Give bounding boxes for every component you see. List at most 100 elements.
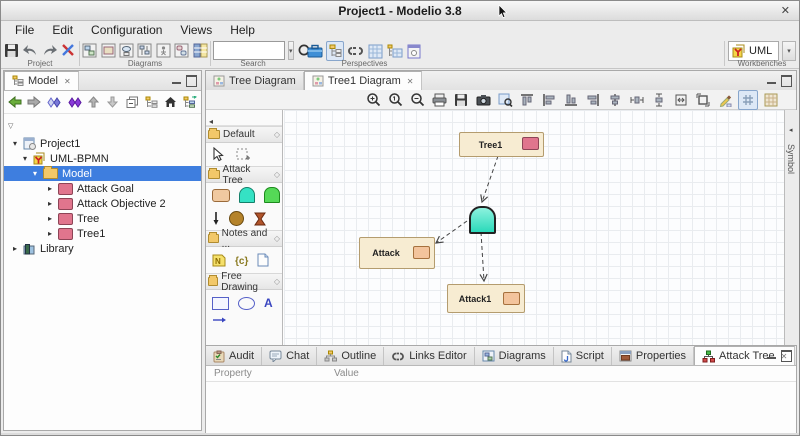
activity-diagram-button[interactable] [156,41,171,59]
align-center-icon[interactable] [606,91,624,109]
home-icon[interactable] [164,93,178,111]
collapse-all-icon[interactable] [125,93,139,111]
minimize-panel-button[interactable] [172,75,181,84]
close-tab-icon[interactable]: ✕ [64,77,71,86]
close-tab-icon[interactable]: ✕ [407,77,414,86]
zoom-selection-icon[interactable] [496,91,514,109]
connector-tool-icon[interactable] [212,211,220,226]
note-tool-icon[interactable]: N [212,254,226,267]
distribute-horizontal-icon[interactable] [628,91,646,109]
palette-section-free-drawing[interactable]: Free Drawing ◇ [206,271,282,293]
marquee-tool-icon[interactable] [235,147,250,162]
auto-fit-icon[interactable] [694,91,712,109]
expand-symbol-icon[interactable]: ◂ [789,126,793,134]
next-selection-icon[interactable] [67,93,82,111]
tree-row-tree1[interactable]: ▸ Tree1 [4,226,201,241]
palette-section-attack-tree[interactable]: Attack Tree ◇ [206,164,282,186]
minimize-panel-button[interactable] [767,75,776,84]
redo-button[interactable] [42,41,58,59]
package-diagram-button[interactable] [100,41,116,59]
tools-button[interactable] [61,41,77,59]
move-down-icon[interactable] [106,93,120,111]
menu-help[interactable]: Help [222,22,263,38]
pin-icon[interactable]: ◇ [274,277,280,286]
menu-edit[interactable]: Edit [44,22,81,38]
editor-tab-tree1-diagram[interactable]: Tree1 Diagram ✕ [303,71,422,90]
page-layout-icon[interactable] [762,91,780,109]
same-size-icon[interactable] [672,91,690,109]
link-with-editor-icon[interactable] [144,93,158,111]
state-diagram-button[interactable] [174,41,189,59]
minimize-panel-button[interactable] [767,350,776,359]
or-gate-tool-icon[interactable] [264,187,280,203]
column-property[interactable]: Property [206,368,334,379]
tree-row-attack-goal[interactable]: ▸ Attack Goal [4,181,201,196]
align-top-icon[interactable] [518,91,536,109]
tree-row-model[interactable]: ▾ Model [4,166,201,181]
tab-diagrams[interactable]: Diagrams [474,347,554,365]
tab-outline[interactable]: Outline [317,347,385,365]
bpmn-diagram-button[interactable] [193,41,208,59]
operator-tool-icon[interactable] [229,211,244,226]
collapse-palette-icon[interactable]: ◂ [209,117,213,126]
property-table-body[interactable] [206,382,796,434]
zoom-100-icon[interactable] [386,91,404,109]
menu-file[interactable]: File [7,22,42,38]
tree-row-uml-bpmn[interactable]: ▾ UML-BPMN [4,151,201,166]
hourglass-tool-icon[interactable] [253,212,267,226]
and-gate-tool-icon[interactable] [239,187,255,203]
configure-content-icon[interactable] [183,93,197,111]
search-dropdown-button[interactable]: ▾ [288,41,294,60]
print-icon[interactable] [430,91,448,109]
zoom-out-icon[interactable] [408,91,426,109]
palette-section-default[interactable]: Default ◇ [206,126,282,143]
tab-links-editor[interactable]: Links Editor [384,347,475,365]
model-panel-tab[interactable]: Model ✕ [4,71,79,90]
distribute-vertical-icon[interactable] [650,91,668,109]
sequence-diagram-button[interactable] [137,41,152,59]
attack-node-tool-icon[interactable] [212,188,230,202]
tab-script[interactable]: Script [553,347,612,365]
editor-tab-tree-diagram[interactable]: Tree Diagram [206,72,304,90]
camera-icon[interactable] [474,91,492,109]
tree-row-library[interactable]: ▸ Library [4,241,201,256]
move-up-icon[interactable] [87,93,101,111]
align-left-icon[interactable] [540,91,558,109]
line-tool-icon[interactable] [212,316,228,324]
link-perspective-icon[interactable] [347,42,364,60]
settings-perspective-icon[interactable] [406,42,422,60]
tab-properties[interactable]: Properties [611,347,695,365]
diagram-node-attack[interactable]: Attack [359,237,435,269]
save-image-icon[interactable] [452,91,470,109]
pin-icon[interactable]: ◇ [274,170,280,179]
model-perspective-icon[interactable] [326,41,345,61]
navigate-forward-icon[interactable] [27,93,42,111]
workbench-selector[interactable]: UML [728,41,780,61]
text-tool-icon[interactable]: A [264,294,273,312]
previous-selection-icon[interactable] [46,93,62,111]
maximize-panel-button[interactable] [781,75,792,87]
menu-configuration[interactable]: Configuration [83,22,170,38]
align-right-icon[interactable] [584,91,602,109]
diagram-node-attack1[interactable]: Attack1 [447,284,525,313]
rectangle-tool-icon[interactable] [212,296,229,310]
maximize-panel-button[interactable] [781,350,792,362]
selection-tool-icon[interactable] [212,147,226,162]
diagram-node-tree1[interactable]: Tree1 [459,132,544,157]
column-value[interactable]: Value [334,368,359,379]
symbol-side-tab[interactable]: ◂ Symbol [784,110,798,346]
style-pencil-icon[interactable] [716,91,734,109]
pin-icon[interactable]: ◇ [274,234,280,243]
ellipse-tool-icon[interactable] [238,296,255,310]
save-project-button[interactable] [3,41,19,59]
table-perspective-icon[interactable] [367,42,383,60]
diagram-canvas[interactable]: Tree1 Attack Attack1 [284,110,784,346]
window-close-button[interactable]: ✕ [781,4,790,17]
maximize-panel-button[interactable] [186,75,197,87]
view-menu-icon[interactable]: ▽ [8,123,13,130]
model-table-perspective-icon[interactable] [387,42,403,60]
undo-button[interactable] [22,41,38,59]
grid-toggle-icon[interactable] [738,89,758,110]
tab-audit[interactable]: Audit [206,347,263,365]
search-input[interactable] [213,41,285,60]
